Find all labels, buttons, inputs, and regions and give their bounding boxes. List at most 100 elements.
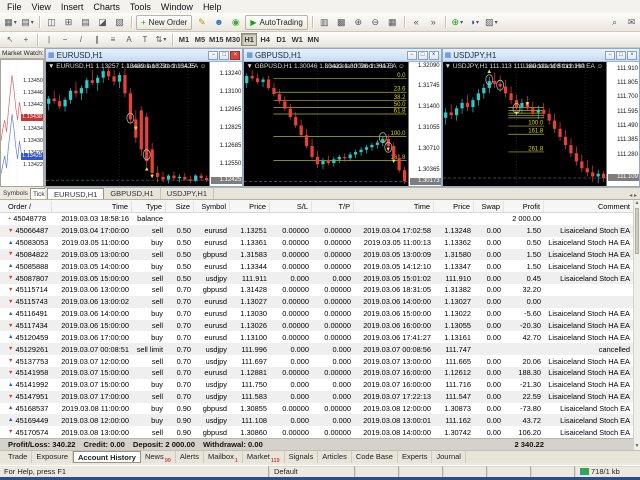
templates-button[interactable]: ▨ ▾ [484, 15, 499, 30]
terminal-tab-news[interactable]: News99 [141, 451, 176, 464]
chart-price-scale[interactable]: 1.13240 1.13100 1.12965 1.12825 1.12685 1.125… [209, 62, 243, 186]
terminal-tab-code-base[interactable]: Code Base [352, 451, 398, 463]
chart-body[interactable]: ▼ ▲ ▼ ▼ EURUSD,H1 1.13257 1.13439 1.13231 1… [46, 62, 243, 186]
status-cell-5[interactable] [530, 466, 574, 477]
chart-tab-usdjpy-h1[interactable]: USDJPY,H1 [161, 188, 214, 199]
column-header-price[interactable]: Price [434, 200, 474, 212]
experts-button[interactable]: ☻ [211, 15, 226, 30]
terminal-tab-alerts[interactable]: Alerts [176, 451, 205, 463]
status-cell-1[interactable] [354, 466, 398, 477]
zoom-out-button[interactable]: ⊖ [368, 15, 383, 30]
restore-button[interactable]: □ [417, 50, 428, 60]
chart-plot[interactable]: 0.0 23.6 38.2 50.0 61.8 100.0 161.8 ▼ ▼ [244, 62, 408, 186]
vertical-line-button[interactable]: | [42, 33, 56, 46]
timeframe-d1[interactable]: D1 [273, 33, 289, 46]
sounds-button[interactable]: ◉ [228, 15, 243, 30]
menu-window[interactable]: Window [156, 2, 198, 12]
scroll-up-icon[interactable]: ▲ [634, 200, 640, 207]
market-watch-toggle-button[interactable]: ◫ [44, 15, 59, 30]
minimize-button[interactable]: − [604, 50, 615, 60]
column-header-time[interactable]: Time [52, 200, 132, 212]
history-row[interactable]: +45048778 2019.03.03 18:58:16 balance 2 000… [0, 213, 640, 225]
scrollbar-thumb[interactable] [635, 208, 639, 254]
status-cell-default[interactable]: Default [268, 466, 354, 477]
status-cell-4[interactable] [486, 466, 530, 477]
history-row[interactable]: ▲ 45168537 2019.03.08 11:00:00 buy 0.90 gbpus… [0, 403, 640, 415]
history-row[interactable]: ▲ 45085888 2019.03.05 14:00:00 buy 0.50 eurus… [0, 260, 640, 272]
history-row[interactable]: ▲ 45141992 2019.03.07 15:00:00 buy 0.70 usdjp… [0, 379, 640, 391]
label-button[interactable]: T [138, 33, 152, 46]
menu-charts[interactable]: Charts [88, 2, 125, 12]
status-cell-2[interactable] [398, 466, 442, 477]
status-cell-718-1-kb[interactable]: 718/1 kb [574, 466, 640, 477]
history-row[interactable]: ▼ 45129261 2019.03.07 00:08:51 sell limit 0.… [0, 343, 640, 356]
close-button[interactable]: × [428, 50, 439, 60]
arrows-button[interactable]: ⇅ ▾ [154, 33, 168, 46]
metaeditor-button[interactable]: ✎ [194, 15, 209, 30]
terminal-tab-experts[interactable]: Experts [398, 451, 433, 463]
new-chart-button[interactable]: ▦ ▾ [3, 15, 18, 30]
terminal-tab-signals[interactable]: Signals [285, 451, 319, 463]
history-row[interactable]: ▼ 45117434 2019.03.06 15:00:00 sell 0.70 euru… [0, 319, 640, 332]
history-row[interactable]: ▼ 45170574 2019.03.08 13:00:00 sell 0.90 gbpu… [0, 426, 640, 438]
fibonacci-button[interactable]: ≡ [106, 33, 120, 46]
profiles-button[interactable]: ▤ ▾ [20, 15, 35, 30]
history-row[interactable]: ▼ 45115743 2019.03.06 13:00:02 sell 0.70 euru… [0, 295, 640, 308]
history-scrollbar[interactable]: ▲ ▼ [633, 200, 640, 450]
chart-shift-right-button[interactable]: » [426, 15, 441, 30]
timeframe-m30[interactable]: M30 [225, 33, 242, 46]
history-row[interactable]: ▼ 45141958 2019.03.07 15:00:00 sell 0.70 euru… [0, 366, 640, 379]
column-header-profit[interactable]: Profit [504, 200, 544, 212]
minimize-button[interactable]: − [208, 50, 219, 60]
history-row[interactable]: ▼ 45084822 2019.03.05 13:00:00 sell 0.50 gbpu… [0, 248, 640, 261]
zoom-in-button[interactable]: ⊕ [351, 15, 366, 30]
text-button[interactable]: A [122, 33, 136, 46]
column-header-symbol[interactable]: Symbol [194, 200, 230, 212]
history-row[interactable]: ▲ 45169449 2019.03.08 12:00:00 buy 0.90 usdjp… [0, 414, 640, 427]
terminal-toggle-button[interactable]: ◪ [95, 15, 110, 30]
chart-body[interactable]: 100.0 161.8 261.8 ▲ ▼ ▼ ▼ USDJPY,H1 111.113 11… [442, 62, 639, 186]
chart-tab-scroll-icons[interactable]: ◂ ▸ [629, 192, 640, 199]
new-order-button[interactable]: + New Order [136, 14, 193, 30]
column-header-order-[interactable]: Order / [8, 200, 52, 212]
menu-insert[interactable]: Insert [56, 2, 89, 12]
history-row[interactable]: ▼ 45087807 2019.03.05 15:00:00 sell 0.50 usdj… [0, 272, 640, 285]
equidistant-channel-button[interactable]: ∥ [90, 33, 104, 46]
terminal-tab-exposure[interactable]: Exposure [32, 451, 74, 463]
minimize-button[interactable]: − [406, 50, 417, 60]
terminal-tab-market[interactable]: Market119 [243, 451, 285, 464]
terminal-tab-mailbox[interactable]: Mailbox1 [204, 451, 243, 464]
history-row[interactable]: ▼ 45066487 2019.03.04 17:00:00 sell 0.50 euru… [0, 224, 640, 237]
tick-chart[interactable]: 1.13450 1.13446 1.13442 1.13438 1.13434 1.134… [0, 59, 44, 187]
trendline-button[interactable]: / [74, 33, 88, 46]
market-watch-tab-symbols[interactable]: Symbols [1, 188, 30, 199]
cascade-windows-button[interactable]: ▩ [334, 15, 349, 30]
scroll-down-icon[interactable]: ▼ [634, 443, 640, 450]
column-header-type[interactable]: Type [132, 200, 166, 212]
menu-view[interactable]: View [27, 2, 56, 12]
menu-file[interactable]: File [2, 2, 27, 12]
column-header-swap[interactable]: Swap [474, 200, 504, 212]
periods-button[interactable]: ◑ ▾ [467, 15, 482, 30]
search-button[interactable]: ⌕ [607, 15, 622, 30]
chart-tab-eurusd-h1[interactable]: EURUSD,H1 [47, 188, 105, 199]
strategy-tester-toggle-button[interactable]: ▧ [112, 15, 127, 30]
timeframe-m1[interactable]: M1 [176, 33, 192, 46]
chart-shift-left-button[interactable]: « [409, 15, 424, 30]
timeframe-mn[interactable]: MN [305, 33, 321, 46]
menu-tools[interactable]: Tools [125, 2, 156, 12]
close-button[interactable]: × [626, 50, 637, 60]
history-row[interactable]: ▲ 45083053 2019.03.05 11:00:00 buy 0.50 eurus… [0, 237, 640, 249]
restore-button[interactable]: □ [615, 50, 626, 60]
auto-arrange-button[interactable]: ▦ [385, 15, 400, 30]
timeframe-h4[interactable]: H4 [257, 33, 273, 46]
data-window-toggle-button[interactable]: ⊞ [61, 15, 76, 30]
terminal-tab-articles[interactable]: Articles [318, 451, 352, 463]
timeframe-w1[interactable]: W1 [289, 33, 305, 46]
tile-windows-button[interactable]: ▥ [317, 15, 332, 30]
terminal-tab-trade[interactable]: Trade [4, 451, 33, 463]
column-header-s-l[interactable]: S/L [270, 200, 312, 212]
column-header-comment[interactable]: Comment [544, 201, 633, 212]
terminal-tab-account-history[interactable]: Account History [73, 451, 141, 463]
history-row[interactable]: ▼ 45137753 2019.03.07 12:00:00 sell 0.70 usdj… [0, 355, 640, 367]
